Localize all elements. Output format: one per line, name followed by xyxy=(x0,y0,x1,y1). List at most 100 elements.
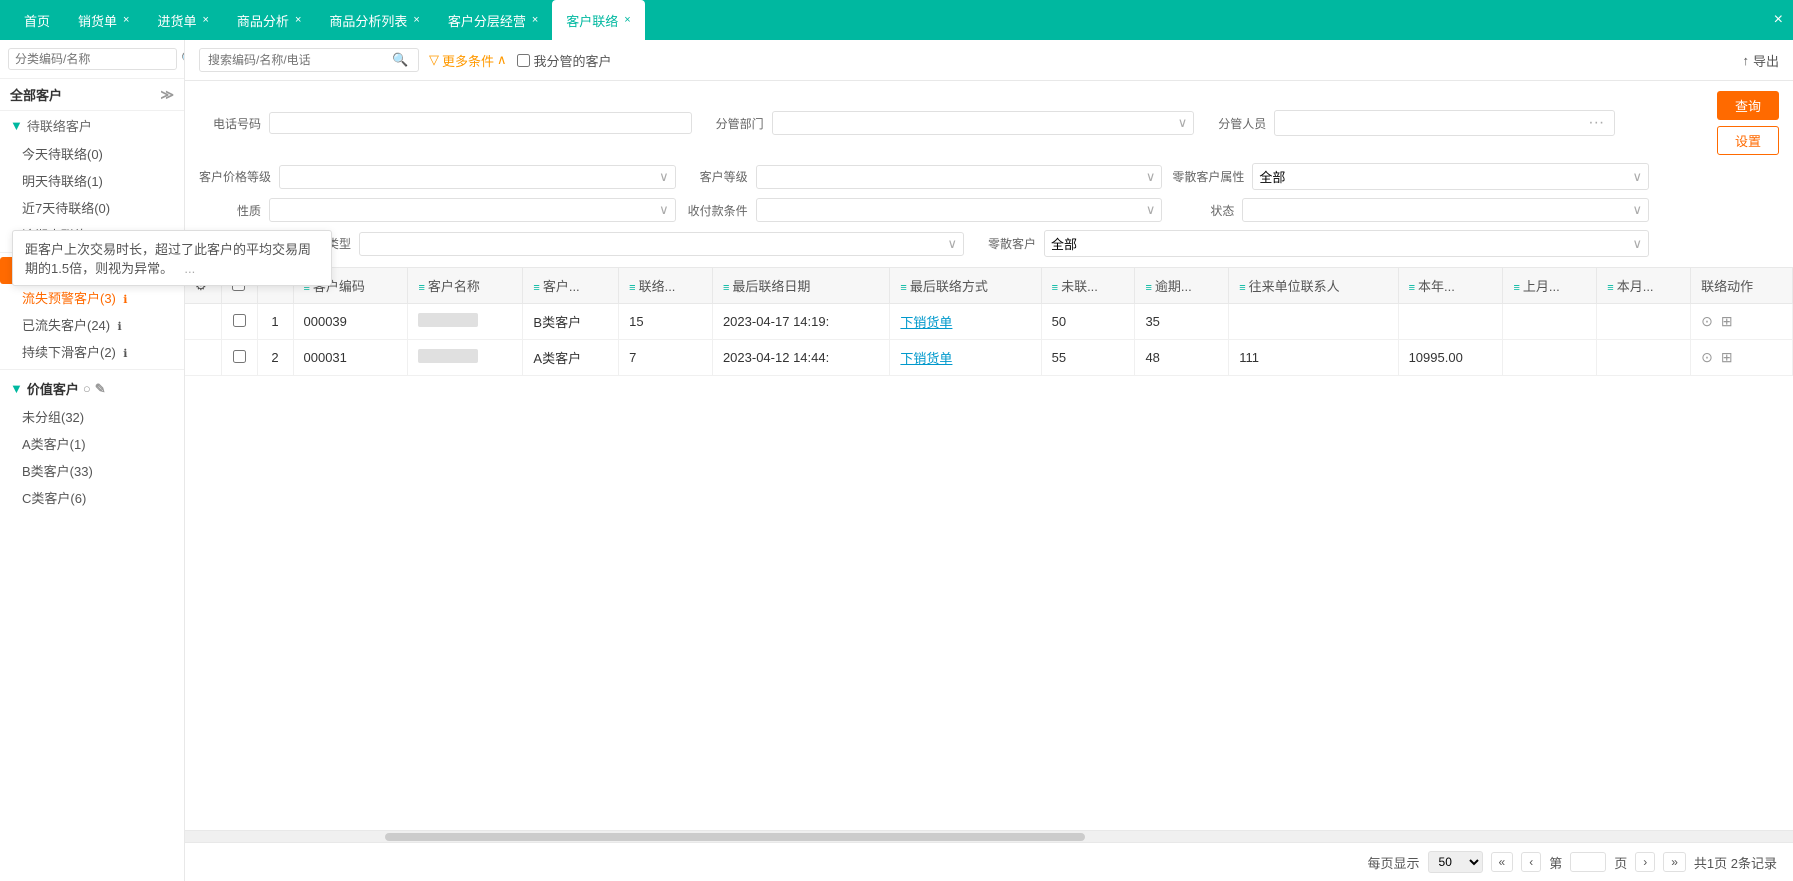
close-all-tabs-icon[interactable]: × xyxy=(1774,11,1783,29)
customer-type-select[interactable]: ∨ xyxy=(359,232,964,256)
export-button[interactable]: ↑ 导出 xyxy=(1742,51,1779,70)
nature-arrow-icon: ∨ xyxy=(659,202,669,218)
col-last-method[interactable]: ≡最后联络方式 xyxy=(890,268,1041,304)
row1-name xyxy=(408,304,523,340)
nav-item-product-analysis[interactable]: 商品分析 × xyxy=(223,0,315,40)
sidebar-item-churned[interactable]: 已流失客户(24) ℹ xyxy=(0,311,184,338)
price-grade-select[interactable]: ∨ xyxy=(279,165,676,189)
nav-item-home[interactable]: 首页 xyxy=(10,0,64,40)
filter-search-input[interactable] xyxy=(208,53,388,67)
row2-num: 2 xyxy=(257,340,293,376)
sidebar-pending-group[interactable]: ▼ 待联络客户 xyxy=(0,111,184,140)
status-select[interactable]: ∨ xyxy=(1242,198,1649,222)
sidebar-item-declining[interactable]: 持续下滑客户(2) ℹ xyxy=(0,338,184,365)
row1-check[interactable] xyxy=(233,314,246,327)
sidebar-item-churn-warning[interactable]: 流失预警客户(3) ℹ xyxy=(0,284,184,311)
row2-this-month xyxy=(1597,340,1691,376)
row1-settings xyxy=(185,304,221,340)
horizontal-scrollbar[interactable] xyxy=(185,830,1793,842)
value-group-edit-icon[interactable]: ✎ xyxy=(95,381,106,397)
payment-select[interactable]: ∨ xyxy=(756,198,1163,222)
sort-this-month-icon: ≡ xyxy=(1607,282,1613,294)
scatter-customer-select[interactable]: 全部 ∨ xyxy=(1044,230,1649,257)
tooltip-dots-icon[interactable]: ... xyxy=(184,261,195,276)
page-label: 第 xyxy=(1549,853,1562,872)
row2-method-link[interactable]: 下销货单 xyxy=(900,351,952,366)
more-conditions-btn[interactable]: ▽ 更多条件 ∧ xyxy=(429,51,507,70)
nav-item-customer-contact[interactable]: 客户联络 × xyxy=(552,0,644,40)
row1-action-icon-1[interactable]: ⊙ xyxy=(1701,313,1713,330)
tooltip-box: 距客户上次交易时长，超过了此客户的平均交易周期的1.5倍，则视为异常。 ... xyxy=(12,230,332,286)
my-customers-check[interactable] xyxy=(517,54,530,67)
manager-dots-icon[interactable]: ··· xyxy=(1584,114,1608,132)
scatter-attr-select[interactable]: 全部 ∨ xyxy=(1252,163,1649,190)
col-uncontacted[interactable]: ≡未联... xyxy=(1041,268,1135,304)
settings-button[interactable]: 设置 xyxy=(1717,126,1779,155)
sidebar-collapse-icon[interactable]: ≫ xyxy=(160,87,174,103)
col-name[interactable]: ≡客户名称 xyxy=(408,268,523,304)
col-this-month[interactable]: ≡本月... xyxy=(1597,268,1691,304)
col-this-year[interactable]: ≡本年... xyxy=(1398,268,1503,304)
query-button[interactable]: 查询 xyxy=(1717,91,1779,120)
my-customers-checkbox[interactable]: 我分管的客户 xyxy=(517,51,612,70)
filter-icon: ▽ xyxy=(429,52,439,68)
col-last-date[interactable]: ≡最后联络日期 xyxy=(712,268,889,304)
manager-select[interactable]: ··· xyxy=(1274,110,1615,136)
row1-last-method[interactable]: 下销货单 xyxy=(890,304,1041,340)
row2-action-icons: ⊙ ⊞ xyxy=(1701,349,1782,366)
first-page-btn[interactable]: « xyxy=(1491,852,1514,872)
row2-checkbox xyxy=(221,340,257,376)
row2-check[interactable] xyxy=(233,350,246,363)
advanced-filter: 电话号码 分管部门 ∨ 分管人员 ··· xyxy=(185,81,1793,268)
row2-action-icon-1[interactable]: ⊙ xyxy=(1701,349,1713,366)
close-purchase-icon[interactable]: × xyxy=(202,14,208,26)
close-customer-contact-icon[interactable]: × xyxy=(624,14,630,26)
row2-action: ⊙ ⊞ xyxy=(1691,340,1793,376)
sidebar-item-a-class[interactable]: A类客户(1) xyxy=(0,430,184,457)
nav-item-customer-tier[interactable]: 客户分层经营 × xyxy=(434,0,552,40)
per-page-select[interactable]: 50 100 200 xyxy=(1428,851,1483,873)
close-product-analysis-icon[interactable]: × xyxy=(295,14,301,26)
row2-uncontacted: 55 xyxy=(1041,340,1135,376)
last-page-btn[interactable]: » xyxy=(1663,852,1686,872)
row1-last-month xyxy=(1503,304,1597,340)
col-unit-contacts[interactable]: ≡往来单位联系人 xyxy=(1229,268,1398,304)
sidebar-search-input[interactable] xyxy=(8,48,177,70)
sidebar-item-tomorrow[interactable]: 明天待联络(1) xyxy=(0,167,184,194)
sidebar-item-c-class[interactable]: C类客户(6) xyxy=(0,484,184,511)
sidebar-all-customers[interactable]: 全部客户 ≫ xyxy=(0,79,184,111)
row2-last-method[interactable]: 下销货单 xyxy=(890,340,1041,376)
sort-name-icon: ≡ xyxy=(418,282,424,294)
col-last-month[interactable]: ≡上月... xyxy=(1503,268,1597,304)
sidebar-item-b-class[interactable]: B类客户(33) xyxy=(0,457,184,484)
nature-select[interactable]: ∨ xyxy=(269,198,676,222)
sidebar-item-7days[interactable]: 近7天待联络(0) xyxy=(0,194,184,221)
phone-input[interactable] xyxy=(269,112,692,134)
nav-item-sales[interactable]: 销货单 × xyxy=(64,0,143,40)
sidebar-item-ungrouped[interactable]: 未分组(32) xyxy=(0,403,184,430)
prev-page-btn[interactable]: ‹ xyxy=(1521,852,1541,872)
close-sales-icon[interactable]: × xyxy=(123,14,129,26)
sort-unit-contacts-icon: ≡ xyxy=(1239,282,1245,294)
status-arrow-icon: ∨ xyxy=(1633,202,1643,218)
col-contact[interactable]: ≡联络... xyxy=(619,268,713,304)
scrollbar-thumb[interactable] xyxy=(385,833,1085,841)
nav-item-product-list[interactable]: 商品分析列表 × xyxy=(315,0,433,40)
col-overdue[interactable]: ≡逾期... xyxy=(1135,268,1229,304)
filter-search-icon[interactable]: 🔍 xyxy=(392,52,408,68)
sidebar-item-today[interactable]: 今天待联络(0) xyxy=(0,140,184,167)
row2-action-icon-2[interactable]: ⊞ xyxy=(1721,349,1733,366)
row1-action-icon-2[interactable]: ⊞ xyxy=(1721,313,1733,330)
department-select[interactable]: ∨ xyxy=(772,111,1195,135)
page-input[interactable]: 1 xyxy=(1570,852,1606,872)
row1-code: 000039 xyxy=(293,304,408,340)
next-page-btn[interactable]: › xyxy=(1635,852,1655,872)
customer-grade-select[interactable]: ∨ xyxy=(756,165,1163,189)
col-type[interactable]: ≡客户... xyxy=(523,268,619,304)
row1-method-link[interactable]: 下销货单 xyxy=(900,315,952,330)
value-group-circle-icon[interactable]: ○ xyxy=(83,381,91,396)
close-product-list-icon[interactable]: × xyxy=(413,14,419,26)
nav-item-purchase[interactable]: 进货单 × xyxy=(143,0,222,40)
close-customer-tier-icon[interactable]: × xyxy=(532,14,538,26)
sidebar-divider-2 xyxy=(0,369,184,370)
